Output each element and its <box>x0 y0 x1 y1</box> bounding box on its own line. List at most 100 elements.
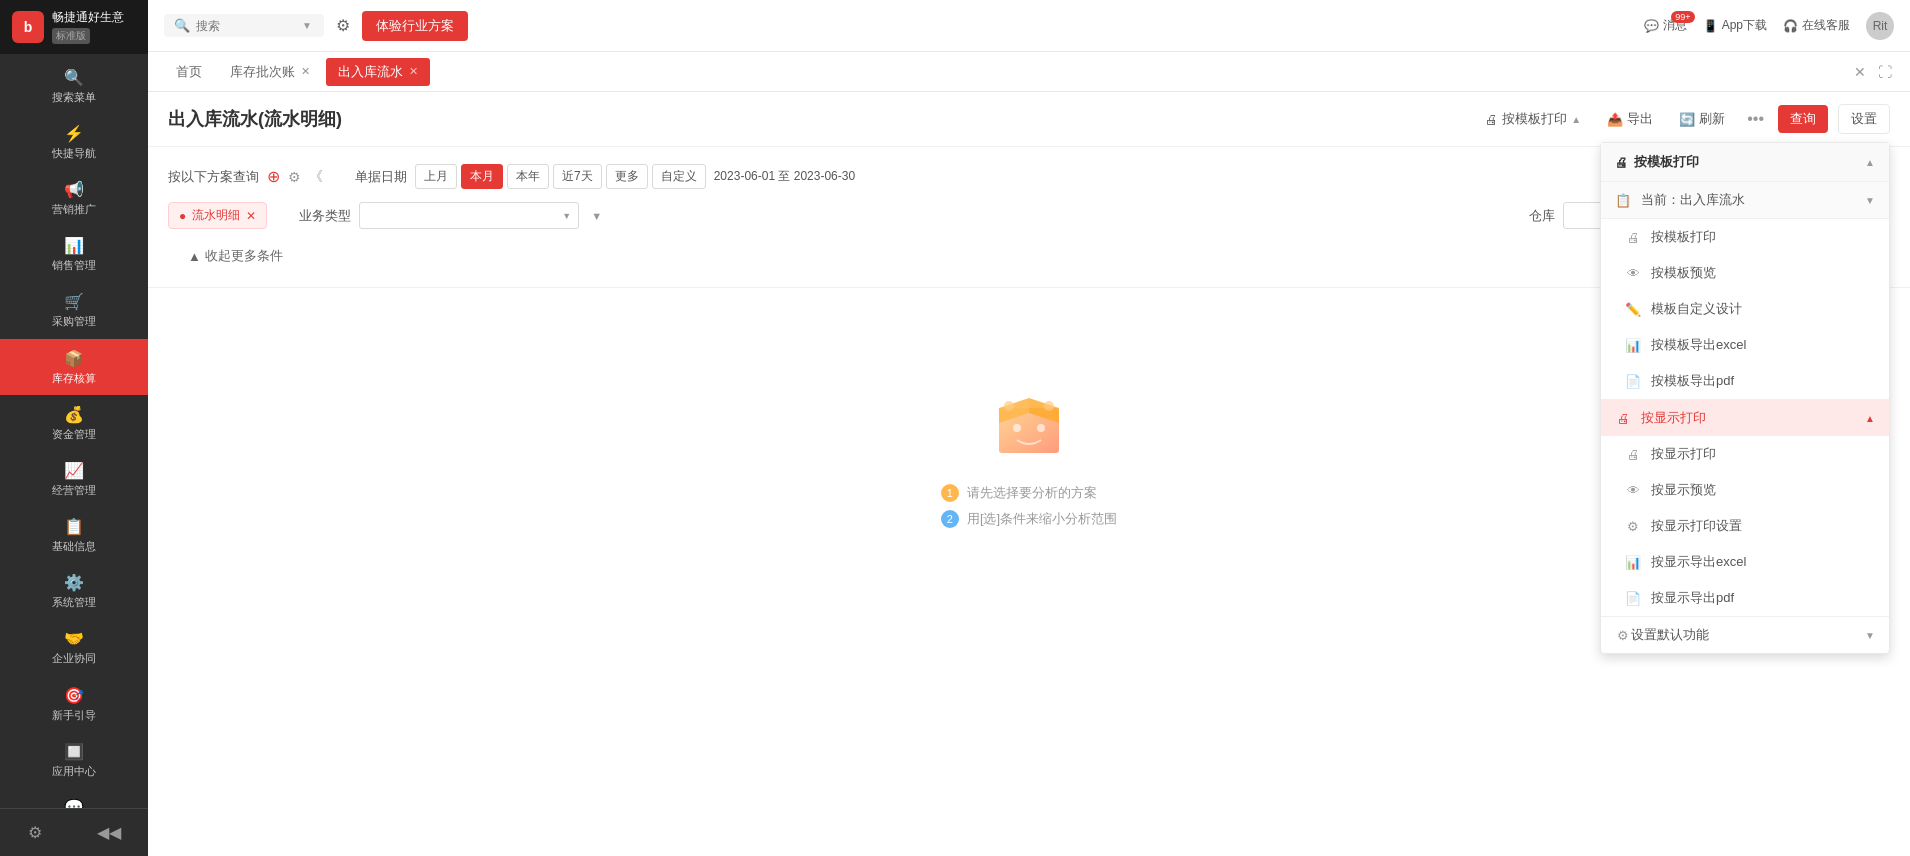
tab-batch-close[interactable]: ✕ <box>301 65 310 78</box>
current-icon: 📋 <box>1615 192 1631 208</box>
dropdown-template-customize[interactable]: ✏️ 模板自定义设计 <box>1601 291 1889 327</box>
customize-icon: ✏️ <box>1625 301 1641 317</box>
user-avatar[interactable]: Rit <box>1866 12 1894 40</box>
search-dropdown-arrow[interactable]: ▼ <box>302 20 312 31</box>
date-btn-this-month[interactable]: 本月 <box>461 164 503 189</box>
sidebar-item-label: 应用中心 <box>52 765 96 778</box>
sidebar-collapse-button[interactable]: ◀◀ <box>93 819 125 846</box>
sidebar-item-operations[interactable]: 📈 经营管理 <box>0 451 148 507</box>
biz-type-dropdown-arrow[interactable]: ▼ <box>591 210 602 222</box>
dropdown-display-print-header[interactable]: 🖨 按显示打印 ▲ <box>1601 400 1889 436</box>
header-search-box[interactable]: 🔍 ▼ <box>164 14 324 37</box>
guide-icon: 🎯 <box>64 686 84 705</box>
search-input[interactable] <box>196 19 296 33</box>
sidebar-bottom: ⚙ ◀◀ <box>0 808 148 856</box>
wechat-icon: 💬 <box>64 798 84 808</box>
sidebar-settings-button[interactable]: ⚙ <box>24 819 46 846</box>
template-print-icon: 🖨 <box>1625 229 1641 245</box>
active-filter-tag: ● 流水明细 ✕ <box>168 202 267 229</box>
scheme-settings-button[interactable]: ⚙ <box>288 169 301 185</box>
tab-flow[interactable]: 出入库流水 ✕ <box>326 58 430 86</box>
pdf-icon: 📄 <box>1625 373 1641 389</box>
customer-service-button[interactable]: 🎧 在线客服 <box>1783 17 1850 34</box>
date-btn-last-7-days[interactable]: 近7天 <box>553 164 602 189</box>
dropdown-display-excel[interactable]: 📊 按显示导出excel <box>1601 544 1889 580</box>
dropdown-display-print[interactable]: 🖨 按显示打印 <box>1601 436 1889 472</box>
tag-icon: ● <box>179 209 186 223</box>
sidebar-item-search[interactable]: 🔍 搜索菜单 <box>0 58 148 114</box>
display-pdf-icon: 📄 <box>1625 590 1641 606</box>
marketing-icon: 📢 <box>64 180 84 199</box>
window-maximize-icon[interactable]: ⛶ <box>1878 64 1894 80</box>
sidebar-item-purchase[interactable]: 🛒 采购管理 <box>0 282 148 338</box>
search-icon: 🔍 <box>174 18 190 33</box>
sidebar-item-quicknav[interactable]: ⚡ 快捷导航 <box>0 114 148 170</box>
more-actions-button[interactable]: ••• <box>1743 110 1768 128</box>
dropdown-template-excel[interactable]: 📊 按模板导出excel <box>1601 327 1889 363</box>
dropdown-current[interactable]: 📋 当前：出入库流水 ▼ <box>1601 182 1889 219</box>
preview-icon: 👁 <box>1625 265 1641 281</box>
appcenter-icon: 🔲 <box>64 742 84 761</box>
sidebar-item-enterprise[interactable]: 🤝 企业协同 <box>0 619 148 675</box>
print-dropdown-panel: 🖨 按模板打印 ▲ 📋 当前：出入库流水 ▼ <box>1600 142 1890 654</box>
dropdown-display-pdf[interactable]: 📄 按显示导出pdf <box>1601 580 1889 616</box>
print-button[interactable]: 🖨 按模板打印 ▲ <box>1477 106 1589 132</box>
export-button[interactable]: 📤 导出 <box>1599 106 1661 132</box>
dropdown-display-print-settings[interactable]: ⚙ 按显示打印设置 <box>1601 508 1889 544</box>
hint-text-1: 请先选择要分析的方案 <box>967 484 1097 502</box>
tab-flow-close[interactable]: ✕ <box>409 65 418 78</box>
dropdown-template-print-header[interactable]: 🖨 按模板打印 <box>1601 219 1889 255</box>
date-btn-more[interactable]: 更多 <box>606 164 648 189</box>
user-name: Rit <box>1873 19 1888 33</box>
quicknav-icon: ⚡ <box>64 124 84 143</box>
dropdown-template-customize-label: 模板自定义设计 <box>1651 300 1742 318</box>
dropdown-template-pdf[interactable]: 📄 按模板导出pdf <box>1601 363 1889 399</box>
settings-button[interactable]: 设置 <box>1838 104 1890 134</box>
sidebar-item-marketing[interactable]: 📢 营销推广 <box>0 170 148 226</box>
sidebar-item-guide[interactable]: 🎯 新手引导 <box>0 676 148 732</box>
date-filter: 单据日期 上月 本月 本年 近7天 更多 自定义 2023-06-01 至 20… <box>355 164 855 189</box>
date-btn-custom[interactable]: 自定义 <box>652 164 706 189</box>
dropdown-collapse-arrow[interactable]: ▲ <box>1865 157 1875 168</box>
window-close-icon[interactable]: ✕ <box>1854 64 1870 80</box>
refresh-button[interactable]: 🔄 刷新 <box>1671 106 1733 132</box>
svg-point-5 <box>1004 401 1014 411</box>
sidebar-item-sales[interactable]: 📊 销售管理 <box>0 226 148 282</box>
dropdown-template-pdf-label: 按模板导出pdf <box>1651 372 1734 390</box>
sidebar-item-label: 库存核算 <box>52 372 96 385</box>
finance-icon: 💰 <box>64 405 84 424</box>
operations-icon: 📈 <box>64 461 84 480</box>
print-dropdown-arrow[interactable]: ▲ <box>1571 114 1581 125</box>
message-button[interactable]: 💬 消息 99+ <box>1644 17 1687 34</box>
hint-number-2: 2 <box>941 510 959 528</box>
industry-solution-button[interactable]: 体验行业方案 <box>362 11 468 41</box>
sidebar-item-inventory[interactable]: 📦 库存核算 <box>0 339 148 395</box>
add-scheme-button[interactable]: ⊕ <box>267 167 280 186</box>
print-label: 按模板打印 <box>1502 110 1567 128</box>
section-collapse-arrow: ▲ <box>1865 413 1875 424</box>
sidebar: b 畅捷通好生意 标准版 🔍 搜索菜单 ⚡ 快捷导航 📢 营销推广 📊 销 <box>0 0 148 856</box>
sidebar-item-system[interactable]: ⚙️ 系统管理 <box>0 563 148 619</box>
tab-batch[interactable]: 库存批次账 ✕ <box>218 58 322 86</box>
sidebar-item-basic[interactable]: 📋 基础信息 <box>0 507 148 563</box>
sidebar-item-finance[interactable]: 💰 资金管理 <box>0 395 148 451</box>
sidebar-item-appcenter[interactable]: 🔲 应用中心 <box>0 732 148 788</box>
scheme-collapse-button[interactable]: 《 <box>309 168 323 186</box>
tab-batch-label: 库存批次账 <box>230 63 295 81</box>
query-button[interactable]: 查询 <box>1778 105 1828 133</box>
dropdown-template-preview[interactable]: 👁 按模板预览 <box>1601 255 1889 291</box>
dropdown-display-preview[interactable]: 👁 按显示预览 <box>1601 472 1889 508</box>
date-btn-this-year[interactable]: 本年 <box>507 164 549 189</box>
search-icon: 🔍 <box>64 68 84 87</box>
date-btn-last-month[interactable]: 上月 <box>415 164 457 189</box>
hint-number-1: 1 <box>941 484 959 502</box>
tag-close-button[interactable]: ✕ <box>246 209 256 223</box>
biz-type-select[interactable] <box>359 202 579 229</box>
app-download-button[interactable]: 📱 App下载 <box>1703 17 1767 34</box>
export-icon: 📤 <box>1607 112 1623 127</box>
tab-home[interactable]: 首页 <box>164 58 214 86</box>
printer-icon: 🖨 <box>1615 155 1628 170</box>
sidebar-item-wechat[interactable]: 💬 企业微信 <box>0 788 148 808</box>
header-settings-icon[interactable]: ⚙ <box>336 16 350 35</box>
dropdown-footer[interactable]: ⚙ 设置默认功能 ▼ <box>1601 616 1889 653</box>
